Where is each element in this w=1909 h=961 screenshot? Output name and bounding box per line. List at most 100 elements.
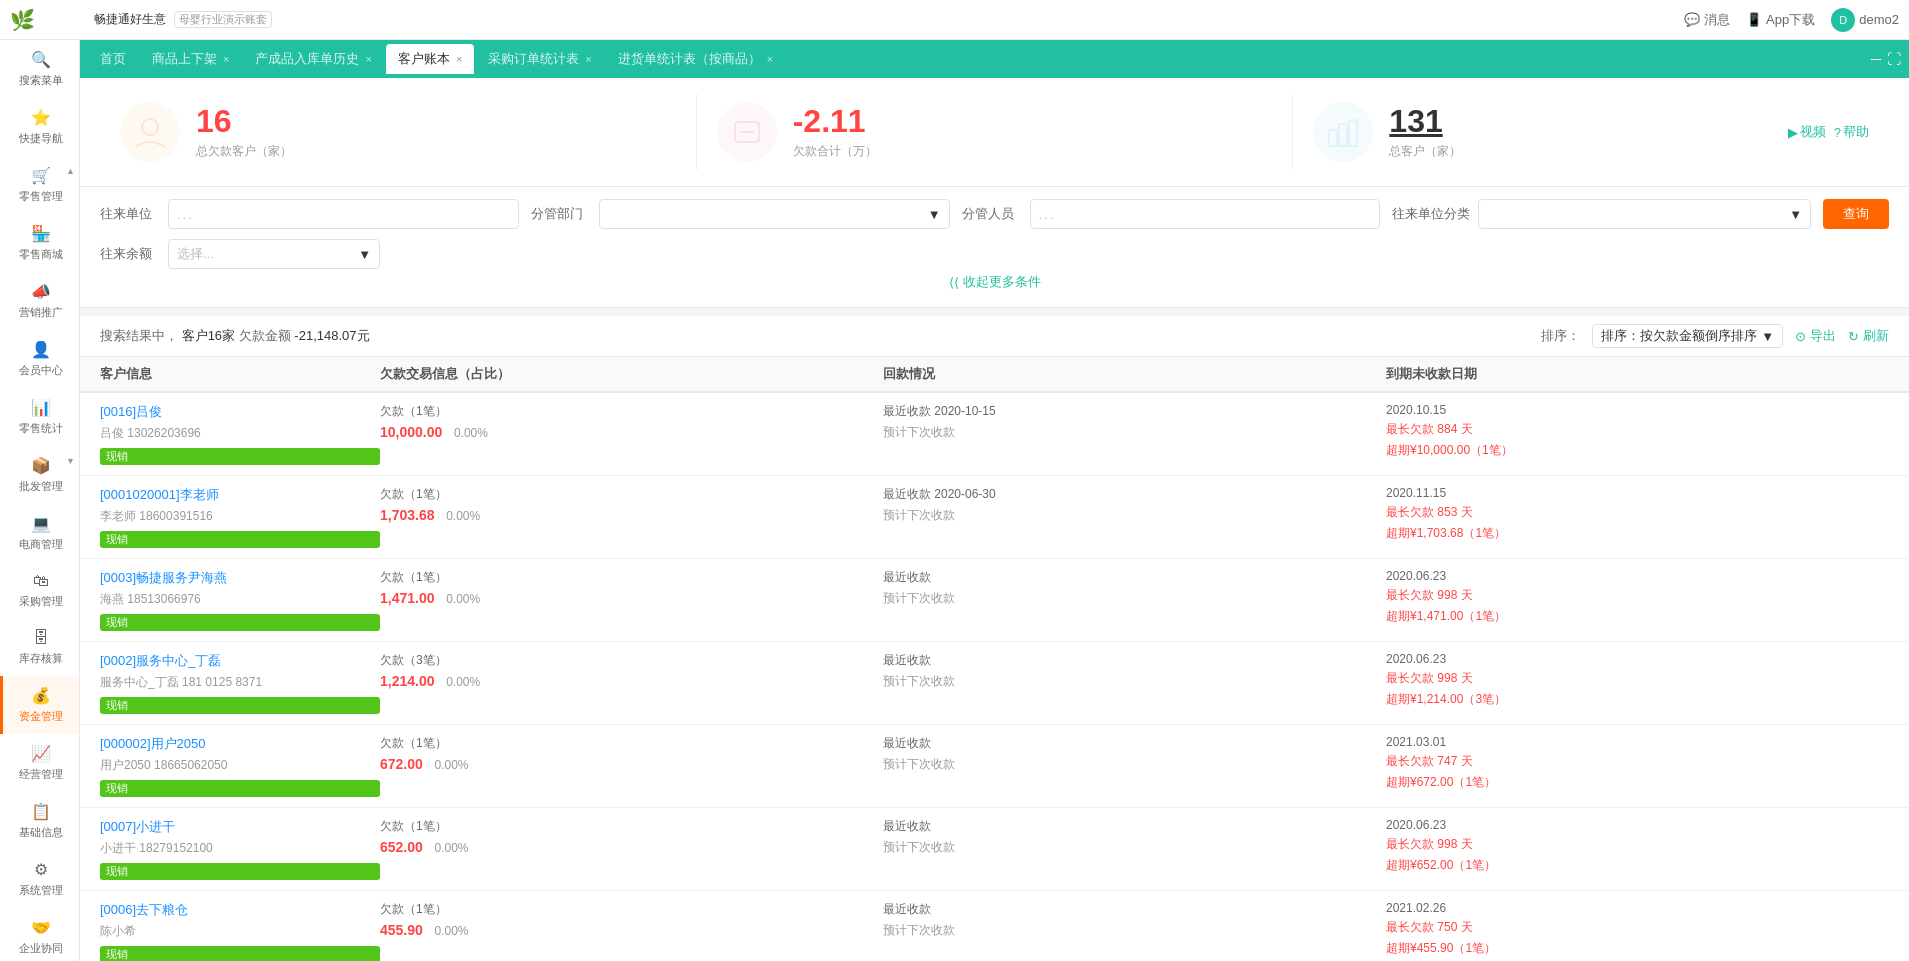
user-menu[interactable]: D demo2 <box>1831 8 1899 32</box>
stat-label-debt: 欠款合计（万） <box>793 143 877 160</box>
customer-tag-4: 现销 <box>100 780 380 797</box>
customer-name-4[interactable]: [000002]用户2050 <box>100 735 380 753</box>
refresh-btn[interactable]: ↻ 刷新 <box>1848 327 1889 345</box>
customer-tag-1: 现销 <box>100 531 380 548</box>
tab-stock-stats[interactable]: 进货单统计表（按商品） × <box>606 44 785 74</box>
customer-tag-3: 现销 <box>100 697 380 714</box>
download-icon: 📱 <box>1746 12 1762 27</box>
debt-amount-4: 672.00 <box>380 756 423 772</box>
return-next-5: 预计下次收款 <box>883 839 1386 856</box>
tab-close-product-history[interactable]: × <box>365 53 371 65</box>
overdue-amount-4[interactable]: 超期¥672.00（1笔） <box>1386 774 1889 791</box>
tab-product-offline[interactable]: 商品上下架 × <box>140 44 241 74</box>
filter-dept-label: 分管部门 <box>531 205 591 223</box>
stat-number-total: 131 <box>1389 104 1461 139</box>
help-link[interactable]: ? 帮助 <box>1834 123 1869 141</box>
sidebar-item-finance[interactable]: 💰 资金管理 <box>0 676 79 734</box>
tab-close-stock-stats[interactable]: × <box>767 53 773 65</box>
message-btn[interactable]: 💬 消息 <box>1684 11 1730 29</box>
sidebar-item-retail-store[interactable]: 🏪 零售商城 <box>0 214 79 272</box>
return-date-3: 最近收款 <box>883 652 1386 669</box>
stat-icon-debt <box>717 102 777 162</box>
return-info-0: 最近收款 2020-10-15 预计下次收款 <box>883 403 1386 441</box>
sidebar-item-retail-mgmt[interactable]: 🛒 零售管理 ▲ <box>0 156 79 214</box>
filter-unit-class-label: 往来单位分类 <box>1392 205 1470 223</box>
tab-close-customer-account[interactable]: × <box>456 53 462 65</box>
manager-input[interactable]: ... <box>1030 199 1381 229</box>
sidebar-item-operations[interactable]: 📈 经营管理 <box>0 734 79 792</box>
stat-card-links: ▶ 视频 ? 帮助 <box>1788 123 1869 141</box>
customer-name-1[interactable]: [0001020001]李老师 <box>100 486 380 504</box>
stat-info-customers: 16 总欠款客户（家） <box>196 104 292 160</box>
finance-icon: 💰 <box>31 686 51 705</box>
from-unit-input[interactable]: ... <box>168 199 519 229</box>
filter-from-unit: 往来单位 ... <box>100 199 519 229</box>
export-btn[interactable]: ⊙ 导出 <box>1795 327 1836 345</box>
sidebar-item-quick-nav[interactable]: ⭐ 快捷导航 <box>0 98 79 156</box>
from-unit-dots: ... <box>177 207 194 222</box>
customer-name-0[interactable]: [0016]吕俊 <box>100 403 380 421</box>
customer-name-3[interactable]: [0002]服务中心_丁磊 <box>100 652 380 670</box>
collapse-btn[interactable]: ⟨⟨ 收起更多条件 <box>949 273 1041 291</box>
query-button[interactable]: 查询 <box>1823 199 1889 229</box>
logo-area: 🌿 <box>10 8 90 32</box>
dept-select[interactable]: ▼ <box>599 199 950 229</box>
overdue-days-6: 最长欠款 750 天 <box>1386 919 1889 936</box>
balance-select[interactable]: 选择... ▼ <box>168 239 380 269</box>
overdue-amount-5[interactable]: 超期¥652.00（1笔） <box>1386 857 1889 874</box>
stat-card-debt: -2.11 欠款合计（万） <box>697 94 1294 170</box>
overdue-amount-3[interactable]: 超期¥1,214.00（3笔） <box>1386 691 1889 708</box>
sidebar-item-member[interactable]: 👤 会员中心 <box>0 330 79 388</box>
return-info-1: 最近收款 2020-06-30 预计下次收款 <box>883 486 1386 524</box>
overdue-amount-0[interactable]: 超期¥10,000.00（1笔） <box>1386 442 1889 459</box>
stat-info-debt: -2.11 欠款合计（万） <box>793 104 877 160</box>
video-link[interactable]: ▶ 视频 <box>1788 123 1826 141</box>
tab-close-purchase-order[interactable]: × <box>585 53 591 65</box>
sidebar-item-search-menu[interactable]: 🔍 搜索菜单 <box>0 40 79 98</box>
sidebar-item-batch-mgmt[interactable]: 📦 批发管理 ▼ <box>0 446 79 504</box>
debt-info-5: 欠款（1笔） 652.00 0.00% <box>380 818 883 855</box>
table-container: 客户信息 欠款交易信息（占比） 回款情况 到期未收款日期 [0016]吕俊 吕俊… <box>80 357 1909 961</box>
page-content: 16 总欠款客户（家） -2.11 欠款 <box>80 78 1909 961</box>
tab-home[interactable]: 首页 <box>88 44 138 74</box>
overdue-date-6: 2021.02.26 <box>1386 901 1889 915</box>
overdue-amount-6[interactable]: 超期¥455.90（1笔） <box>1386 940 1889 957</box>
table-row: [0001020001]李老师 李老师 18600391516 现销 欠款（1笔… <box>80 476 1909 559</box>
retail-mgmt-icon: 🛒 <box>31 166 51 185</box>
sidebar-item-ecommerce[interactable]: 💻 电商管理 <box>0 504 79 562</box>
filter-unit-class: 往来单位分类 ▼ <box>1392 199 1811 229</box>
return-next-3: 预计下次收款 <box>883 673 1386 690</box>
sidebar-item-retail-stats[interactable]: 📊 零售统计 <box>0 388 79 446</box>
sidebar-item-marketing[interactable]: 📣 营销推广 <box>0 272 79 330</box>
tab-product-history[interactable]: 产成品入库单历史 × <box>243 44 383 74</box>
stat-number-debt: -2.11 <box>793 104 877 139</box>
topbar-actions: 💬 消息 📱 App下载 D demo2 <box>1684 8 1899 32</box>
sidebar-item-purchase[interactable]: 🛍 采购管理 <box>0 562 79 619</box>
tab-maximize-btn[interactable]: ⛶ <box>1887 51 1901 67</box>
sidebar-item-basic-info[interactable]: 📋 基础信息 <box>0 792 79 850</box>
tab-purchase-order[interactable]: 采购订单统计表 × <box>476 44 603 74</box>
tab-minimize-btn[interactable]: ─ <box>1871 51 1881 67</box>
overdue-amount-1[interactable]: 超期¥1,703.68（1笔） <box>1386 525 1889 542</box>
debt-count-0: 欠款（1笔） <box>380 403 883 420</box>
sidebar-item-enterprise[interactable]: 🤝 企业协同 <box>0 908 79 961</box>
debt-ratio-3: 0.00% <box>446 675 480 689</box>
customer-name-6[interactable]: [0006]去下粮仓 <box>100 901 380 919</box>
customer-name-2[interactable]: [0003]畅捷服务尹海燕 <box>100 569 380 587</box>
debt-ratio-0: 0.00% <box>454 426 488 440</box>
unit-class-select[interactable]: ▼ <box>1478 199 1811 229</box>
overdue-amount-2[interactable]: 超期¥1,471.00（1笔） <box>1386 608 1889 625</box>
balance-chevron-icon: ▼ <box>358 247 371 262</box>
filter-from-unit-label: 往来单位 <box>100 205 160 223</box>
tab-customer-account[interactable]: 客户账本 × <box>386 44 474 74</box>
app-download-btn[interactable]: 📱 App下载 <box>1746 11 1815 29</box>
sort-select[interactable]: 排序：按欠款金额倒序排序 ▼ <box>1592 324 1783 348</box>
sidebar-item-inventory[interactable]: 🗄 库存核算 <box>0 619 79 676</box>
customer-name-5[interactable]: [0007]小进干 <box>100 818 380 836</box>
tab-close-product-offline[interactable]: × <box>223 53 229 65</box>
overdue-date-5: 2020.06.23 <box>1386 818 1889 832</box>
return-next-4: 预计下次收款 <box>883 756 1386 773</box>
sidebar-item-system[interactable]: ⚙ 系统管理 <box>0 850 79 908</box>
return-info-2: 最近收款 预计下次收款 <box>883 569 1386 607</box>
return-next-1: 预计下次收款 <box>883 507 1386 524</box>
